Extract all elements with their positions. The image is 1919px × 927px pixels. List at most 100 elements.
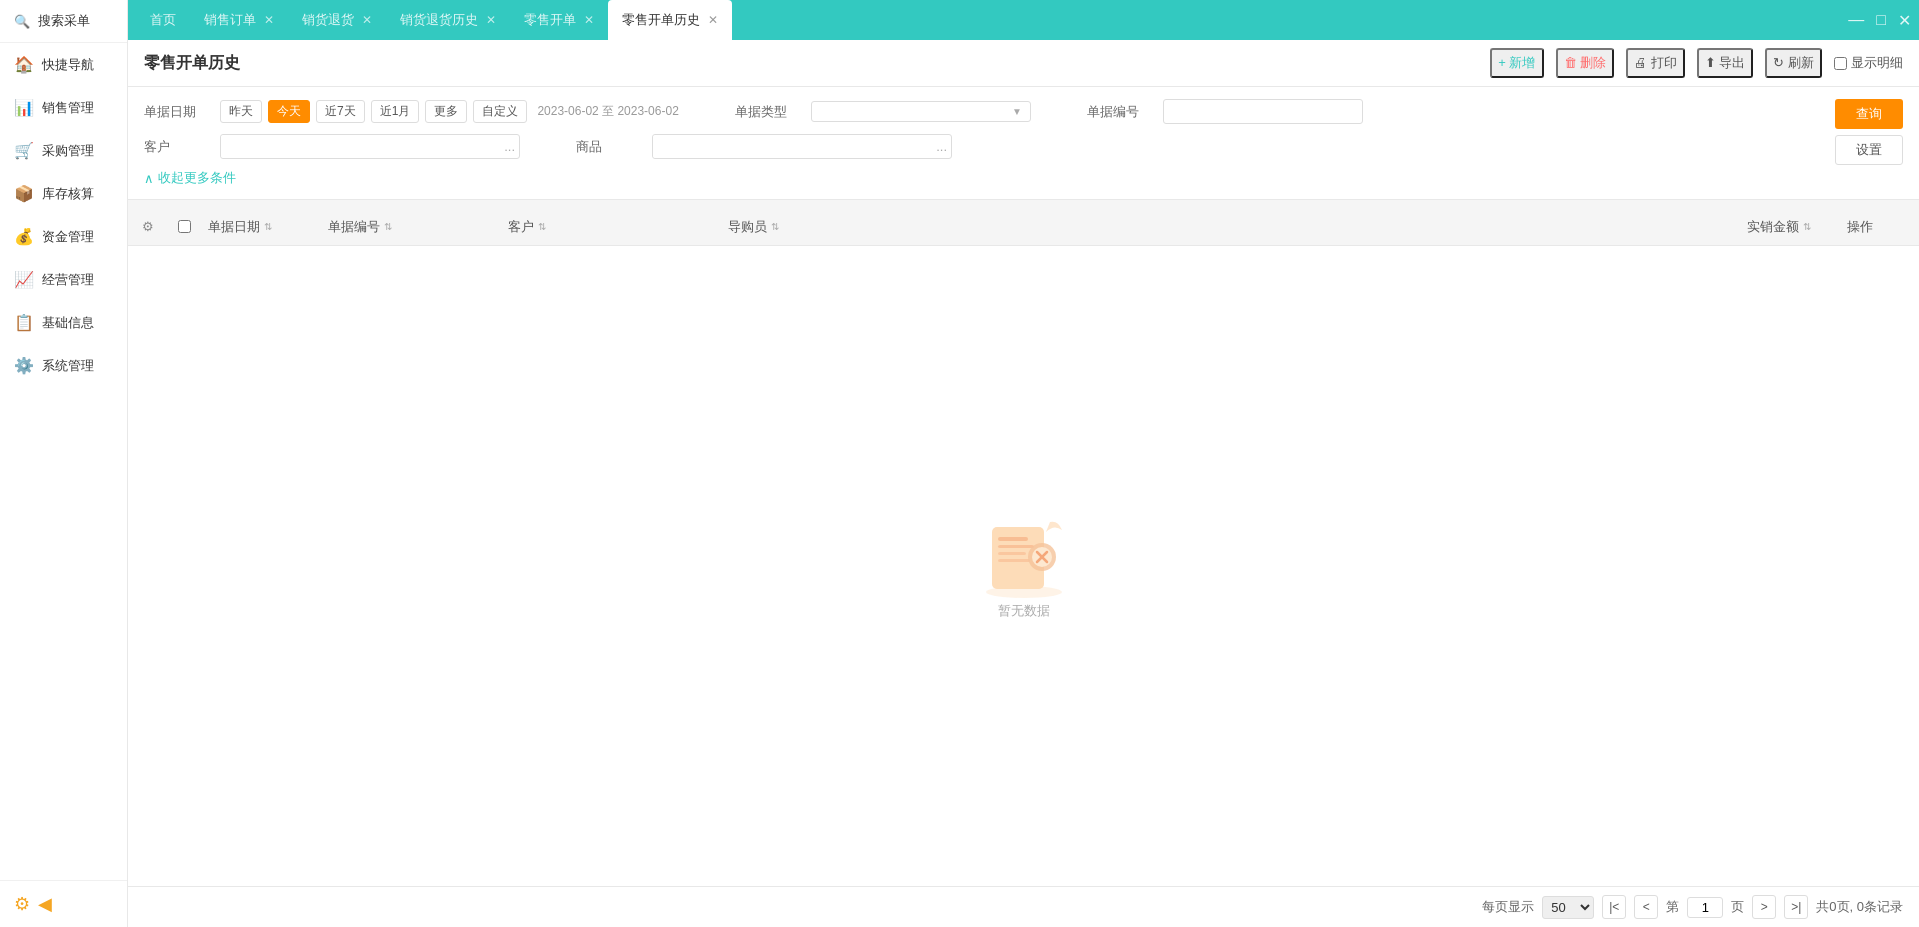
page-content: 零售开单历史 + 新增 🗑 删除 🖨 打印 ⬆ 导出 ↻ 刷新 显示明细 单据	[128, 40, 1919, 927]
svg-rect-5	[998, 559, 1030, 562]
display-detail-input[interactable]	[1834, 57, 1847, 70]
first-page-button[interactable]: |<	[1602, 895, 1626, 919]
basic-icon: 📋	[14, 313, 34, 332]
th-number-sort-icon[interactable]: ⇅	[384, 221, 392, 232]
tab-sales-return-history-label: 销货退货历史	[400, 11, 478, 29]
table-select-all[interactable]	[168, 220, 200, 233]
th-customer-label: 客户	[508, 218, 534, 236]
date-btn-7days[interactable]: 近7天	[316, 100, 365, 123]
th-customer: 客户 ⇅	[500, 218, 720, 236]
th-date: 单据日期 ⇅	[200, 218, 320, 236]
th-amount-sort-icon[interactable]: ⇅	[1803, 221, 1811, 232]
doc-type-chevron-icon: ▼	[1012, 106, 1022, 117]
sidebar-item-operations[interactable]: 📈 经营管理	[0, 258, 127, 301]
th-number: 单据编号 ⇅	[320, 218, 500, 236]
sidebar-item-label: 采购管理	[42, 142, 94, 160]
tab-retail-history-close[interactable]: ✕	[708, 13, 718, 27]
tab-sales-return[interactable]: 销货退货 ✕	[288, 0, 386, 40]
th-guide-sort-icon[interactable]: ⇅	[771, 221, 779, 232]
date-btn-more[interactable]: 更多	[425, 100, 467, 123]
date-btn-yesterday[interactable]: 昨天	[220, 100, 262, 123]
add-button[interactable]: + 新增	[1490, 48, 1543, 78]
sidebar-search-label: 搜索采单	[38, 12, 90, 30]
tab-retail-open-close[interactable]: ✕	[584, 13, 594, 27]
per-page-label: 每页显示	[1482, 898, 1534, 916]
page-label: 第	[1666, 898, 1679, 916]
date-btn-custom[interactable]: 自定义	[473, 100, 527, 123]
date-btn-today[interactable]: 今天	[268, 100, 310, 123]
print-button[interactable]: 🖨 打印	[1626, 48, 1685, 78]
empty-text: 暂无数据	[998, 602, 1050, 620]
collapse-arrow-icon: ∧	[144, 171, 154, 186]
th-guide-label: 导购员	[728, 218, 767, 236]
tab-home[interactable]: 首页	[136, 0, 190, 40]
date-btn-1month[interactable]: 近1月	[371, 100, 420, 123]
customer-ellipsis-icon[interactable]: ...	[500, 135, 519, 158]
sidebar-item-system[interactable]: ⚙️ 系统管理	[0, 344, 127, 387]
sidebar-item-sales[interactable]: 📊 销售管理	[0, 86, 127, 129]
collapse-sidebar-icon[interactable]: ◀	[38, 893, 52, 915]
select-all-checkbox[interactable]	[178, 220, 191, 233]
delete-button[interactable]: 🗑 删除	[1556, 48, 1615, 78]
doc-num-label: 单据编号	[1087, 103, 1147, 121]
query-button[interactable]: 查询	[1835, 99, 1903, 129]
sidebar-item-finance[interactable]: 💰 资金管理	[0, 215, 127, 258]
operations-icon: 📈	[14, 270, 34, 289]
doc-type-select[interactable]: ▼	[811, 101, 1031, 122]
quick-nav-icon: 🏠	[14, 55, 34, 74]
page-suffix: 页	[1731, 898, 1744, 916]
tab-retail-history-label: 零售开单历史	[622, 11, 700, 29]
date-filter-label: 单据日期	[144, 103, 204, 121]
table-column-settings-icon[interactable]: ⚙	[128, 219, 168, 234]
tab-sales-return-history-close[interactable]: ✕	[486, 13, 496, 27]
th-action: 操作	[1839, 218, 1919, 236]
customer-input[interactable]	[221, 135, 500, 158]
close-window-icon[interactable]: ✕	[1898, 11, 1911, 30]
sidebar-search[interactable]: 🔍 搜索采单	[0, 0, 127, 43]
tab-sales-order-label: 销售订单	[204, 11, 256, 29]
sidebar-item-quick-nav[interactable]: 🏠 快捷导航	[0, 43, 127, 86]
settings-bottom-icon[interactable]: ⚙	[14, 893, 30, 915]
table-header: ⚙ 单据日期 ⇅ 单据编号 ⇅ 客户 ⇅ 导购员 ⇅	[128, 208, 1919, 246]
toolbar-actions: + 新增 🗑 删除 🖨 打印 ⬆ 导出 ↻ 刷新 显示明细	[1490, 48, 1903, 78]
tab-sales-return-close[interactable]: ✕	[362, 13, 372, 27]
goods-input[interactable]	[653, 135, 932, 158]
sidebar-item-inventory[interactable]: 📦 库存核算	[0, 172, 127, 215]
th-action-label: 操作	[1847, 218, 1873, 236]
doc-num-input[interactable]	[1163, 99, 1363, 124]
goods-filter-label: 商品	[576, 138, 636, 156]
sidebar-item-purchase[interactable]: 🛒 采购管理	[0, 129, 127, 172]
query-buttons: 查询 设置	[1835, 99, 1903, 165]
export-button[interactable]: ⬆ 导出	[1697, 48, 1754, 78]
per-page-select[interactable]: 50 10 20 100	[1542, 896, 1594, 919]
sidebar-item-label: 基础信息	[42, 314, 94, 332]
table-area: ⚙ 单据日期 ⇅ 单据编号 ⇅ 客户 ⇅ 导购员 ⇅	[128, 208, 1919, 927]
filter-row-2: 客户 ... 商品 ...	[144, 134, 1823, 159]
display-detail-checkbox[interactable]: 显示明细	[1834, 54, 1903, 72]
th-customer-sort-icon[interactable]: ⇅	[538, 221, 546, 232]
maximize-icon[interactable]: □	[1876, 11, 1886, 29]
tab-sales-order-close[interactable]: ✕	[264, 13, 274, 27]
sidebar-item-basic[interactable]: 📋 基础信息	[0, 301, 127, 344]
prev-page-button[interactable]: <	[1634, 895, 1658, 919]
tab-home-label: 首页	[150, 11, 176, 29]
page-number-input[interactable]	[1687, 897, 1723, 918]
tab-bar-right: — □ ✕	[1848, 11, 1911, 30]
tab-sales-return-history[interactable]: 销货退货历史 ✕	[386, 0, 510, 40]
system-icon: ⚙️	[14, 356, 34, 375]
last-page-button[interactable]: >|	[1784, 895, 1808, 919]
collapse-filter-btn[interactable]: ∧ 收起更多条件	[144, 169, 1823, 187]
refresh-button[interactable]: ↻ 刷新	[1765, 48, 1822, 78]
goods-ellipsis-icon[interactable]: ...	[932, 135, 951, 158]
next-page-button[interactable]: >	[1752, 895, 1776, 919]
th-date-sort-icon[interactable]: ⇅	[264, 221, 272, 232]
filter-area: 单据日期 昨天 今天 近7天 近1月 更多 自定义 2023-06-02 至 2…	[128, 87, 1919, 200]
filter-row-1: 单据日期 昨天 今天 近7天 近1月 更多 自定义 2023-06-02 至 2…	[144, 99, 1823, 124]
search-icon: 🔍	[14, 14, 30, 29]
minimize-icon[interactable]: —	[1848, 11, 1864, 29]
filter-settings-button[interactable]: 设置	[1835, 135, 1903, 165]
tab-retail-open[interactable]: 零售开单 ✕	[510, 0, 608, 40]
finance-icon: 💰	[14, 227, 34, 246]
tab-sales-order[interactable]: 销售订单 ✕	[190, 0, 288, 40]
tab-retail-history[interactable]: 零售开单历史 ✕	[608, 0, 732, 40]
